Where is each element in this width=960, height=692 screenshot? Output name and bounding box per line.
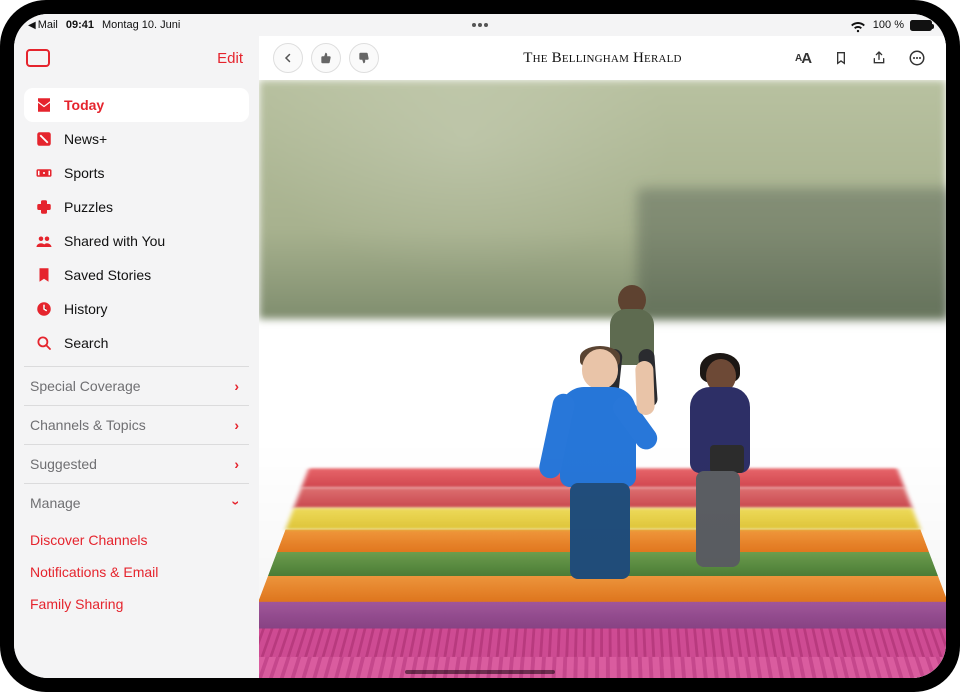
back-button[interactable] [273, 43, 303, 73]
sidebar-item-search[interactable]: Search [24, 326, 249, 360]
sidebar-item-saved[interactable]: Saved Stories [24, 258, 249, 292]
battery-text: 100 % [873, 19, 904, 31]
puzzle-icon [34, 197, 54, 217]
manage-links: Discover Channels Notifications & Email … [24, 524, 249, 620]
status-left: ◀ Mail 09:41 Montag 10. Juni [28, 19, 180, 31]
sidebar-item-label: History [64, 301, 108, 317]
sidebar-sections: Special Coverage › Channels & Topics › S… [24, 366, 249, 522]
sidebar-item-label: Puzzles [64, 199, 113, 215]
sidebar: Edit Today News+ [14, 36, 259, 678]
dot-icon [478, 23, 482, 27]
edit-button[interactable]: Edit [217, 50, 243, 67]
thumbs-up-button[interactable] [349, 43, 379, 73]
status-right: 100 % [849, 16, 932, 34]
chevron-right-icon: › [234, 378, 239, 394]
dot-icon [472, 23, 476, 27]
status-time: 09:41 [66, 19, 94, 31]
sidebar-item-label: News+ [64, 131, 107, 147]
save-bookmark-button[interactable] [826, 43, 856, 73]
sidebar-item-label: Sports [64, 165, 104, 181]
chevron-right-icon: › [234, 417, 239, 433]
section-manage[interactable]: Manage › [24, 483, 249, 522]
link-family-sharing[interactable]: Family Sharing [24, 588, 249, 620]
home-indicator[interactable] [405, 670, 555, 674]
news-icon [34, 95, 54, 115]
sidebar-item-history[interactable]: History [24, 292, 249, 326]
article-toolbar: The Bellingham Herald AA [259, 36, 946, 80]
sidebar-item-news-plus[interactable]: News+ [24, 122, 249, 156]
section-label: Suggested [30, 456, 97, 472]
people-icon [34, 231, 54, 251]
sidebar-header: Edit [24, 36, 249, 80]
clock-icon [34, 299, 54, 319]
publication-name: The Bellingham Herald [523, 50, 681, 66]
sidebar-item-sports[interactable]: Sports [24, 156, 249, 190]
sidebar-item-label: Today [64, 97, 104, 113]
more-button[interactable] [902, 43, 932, 73]
chevron-down-icon: › [229, 501, 245, 506]
news-plus-icon [34, 129, 54, 149]
publication-masthead: The Bellingham Herald [523, 50, 681, 67]
multitask-dots[interactable] [472, 23, 488, 27]
text-size-button[interactable]: AA [788, 43, 818, 73]
sidebar-item-shared[interactable]: Shared with You [24, 224, 249, 258]
screen: ◀ Mail 09:41 Montag 10. Juni 100 % [14, 14, 946, 678]
section-special-coverage[interactable]: Special Coverage › [24, 366, 249, 405]
battery-icon [910, 20, 932, 31]
status-date: Montag 10. Juni [102, 19, 180, 31]
section-label: Manage [30, 495, 81, 511]
back-app-label: Mail [38, 19, 58, 31]
back-chevron-icon: ◀ [28, 20, 36, 31]
wifi-icon [849, 16, 867, 34]
article-pane: The Bellingham Herald AA [259, 36, 946, 678]
search-icon [34, 333, 54, 353]
share-button[interactable] [864, 43, 894, 73]
section-suggested[interactable]: Suggested › [24, 444, 249, 483]
sports-icon [34, 163, 54, 183]
bookmark-icon [34, 265, 54, 285]
article-hero-image [259, 80, 946, 678]
sidebar-toggle-icon[interactable] [26, 49, 50, 67]
status-bar: ◀ Mail 09:41 Montag 10. Juni 100 % [14, 14, 946, 36]
content-row: Edit Today News+ [14, 36, 946, 678]
link-notifications-email[interactable]: Notifications & Email [24, 556, 249, 588]
sidebar-nav: Today News+ Sports [24, 88, 249, 360]
thumbs-down-button[interactable] [311, 43, 341, 73]
sidebar-item-label: Search [64, 335, 108, 351]
section-label: Channels & Topics [30, 417, 146, 433]
link-discover-channels[interactable]: Discover Channels [24, 524, 249, 556]
sidebar-item-puzzles[interactable]: Puzzles [24, 190, 249, 224]
sidebar-item-label: Shared with You [64, 233, 165, 249]
chevron-right-icon: › [234, 456, 239, 472]
ipad-frame: ◀ Mail 09:41 Montag 10. Juni 100 % [0, 0, 960, 692]
dot-icon [484, 23, 488, 27]
section-channels-topics[interactable]: Channels & Topics › [24, 405, 249, 444]
back-to-app-button[interactable]: ◀ Mail [28, 19, 58, 31]
section-label: Special Coverage [30, 378, 141, 394]
sidebar-item-label: Saved Stories [64, 267, 151, 283]
sidebar-item-today[interactable]: Today [24, 88, 249, 122]
